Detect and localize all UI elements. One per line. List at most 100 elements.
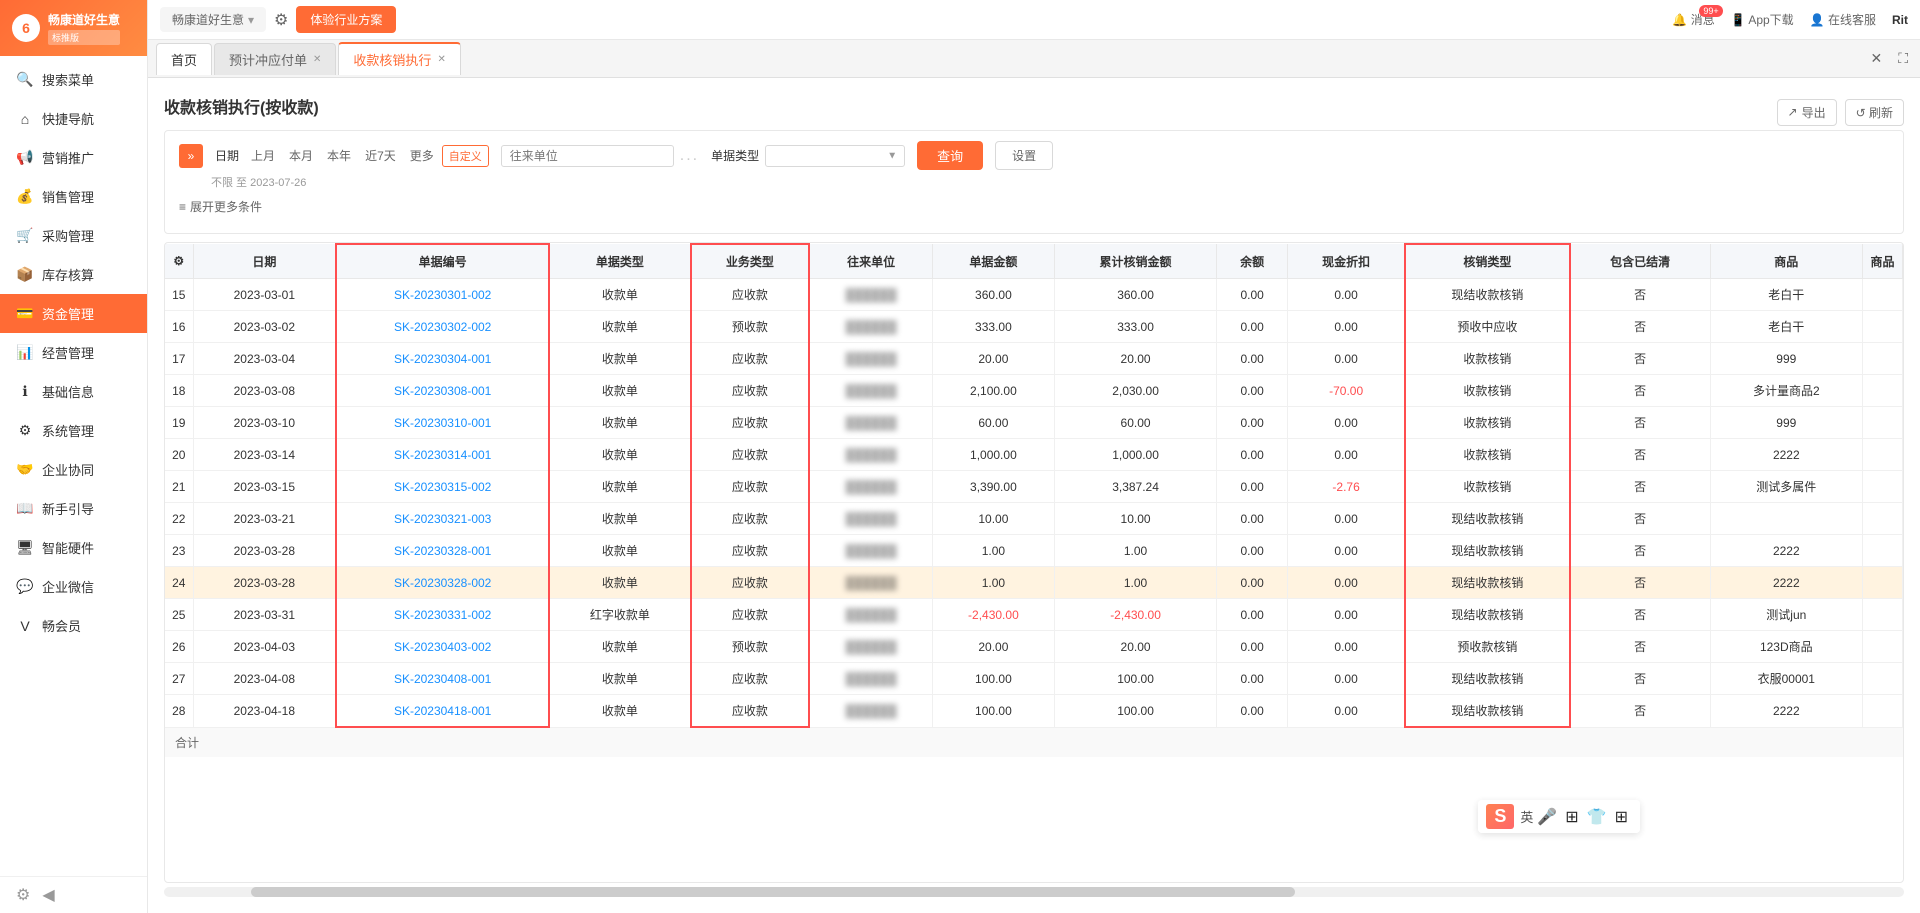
filter-collapse-btn[interactable]: » — [179, 144, 203, 168]
sidebar-item-system[interactable]: ⚙ 系统管理 — [0, 411, 147, 450]
cell-balance: 0.00 — [1217, 471, 1288, 503]
tab-home[interactable]: 首页 — [156, 43, 212, 75]
cell-goods2 — [1863, 279, 1903, 311]
expand-btn[interactable]: ≡ 展开更多条件 — [179, 194, 1889, 219]
col-balance: 余额 — [1217, 244, 1288, 279]
cell-balance: 0.00 — [1217, 375, 1288, 407]
filter-date: 日期 上月 本月 本年 近7天 更多 自定义 — [215, 145, 489, 167]
expand-tab-btn[interactable]: ⛶ — [1894, 46, 1912, 71]
bill-no-link[interactable]: SK-20230315-002 — [394, 480, 491, 494]
filter-bar: » 日期 上月 本月 本年 近7天 更多 自定义 ... — [164, 130, 1904, 234]
tab-pending[interactable]: 预计冲应付单 ✕ — [214, 43, 336, 75]
cell-balance: 0.00 — [1217, 311, 1288, 343]
cell-discount: -2.76 — [1288, 471, 1406, 503]
cell-balance: 0.00 — [1217, 567, 1288, 599]
wechat-icon: 💬 — [16, 578, 34, 595]
bill-no-link[interactable]: SK-20230308-001 — [394, 384, 491, 398]
cell-balance: 0.00 — [1217, 279, 1288, 311]
bill-no-link[interactable]: SK-20230321-003 — [394, 512, 491, 526]
bill-no-link[interactable]: SK-20230304-001 — [394, 352, 491, 366]
close-tab-btn[interactable]: ✕ — [1866, 46, 1886, 71]
cell-partner: ██████ — [809, 535, 932, 567]
sidebar-item-basic[interactable]: ℹ 基础信息 — [0, 372, 147, 411]
tab-collection-close[interactable]: ✕ — [437, 54, 445, 65]
cell-goods2 — [1863, 343, 1903, 375]
filter-more[interactable]: 更多 — [404, 145, 440, 167]
query-button[interactable]: 查询 — [917, 141, 983, 170]
cell-writeoff: -2,430.00 — [1054, 599, 1217, 631]
export-icon: ↗ — [1788, 105, 1798, 119]
cell-goods2 — [1863, 695, 1903, 728]
bill-no-link[interactable]: SK-20230331-002 — [394, 608, 491, 622]
table-row: 26 2023-04-03 SK-20230403-002 收款单 预收款 ██… — [165, 631, 1903, 663]
export-button[interactable]: ↗ 导出 — [1777, 99, 1837, 126]
sidebar-item-inventory[interactable]: 📦 库存核算 — [0, 255, 147, 294]
tab-collection[interactable]: 收款核销执行 ✕ — [338, 42, 460, 75]
watermark-s-icon: S — [1486, 804, 1514, 829]
sidebar-item-quick[interactable]: ⌂ 快捷导航 — [0, 99, 147, 138]
sidebar-item-operations[interactable]: 📊 经营管理 — [0, 333, 147, 372]
filter-custom-btn[interactable]: 自定义 — [442, 145, 489, 167]
sidebar-item-search[interactable]: 🔍 搜索菜单 — [0, 60, 147, 99]
cell-writeoff-type: 预收中应收 — [1405, 311, 1569, 343]
partner-value: ██████ — [846, 640, 897, 654]
bill-no-link[interactable]: SK-20230301-002 — [394, 288, 491, 302]
cell-no: 28 — [165, 695, 193, 728]
table-row: 16 2023-03-02 SK-20230302-002 收款单 预收款 ██… — [165, 311, 1903, 343]
bill-no-link[interactable]: SK-20230302-002 — [394, 320, 491, 334]
partner-input[interactable] — [501, 145, 674, 167]
filter-7days[interactable]: 近7天 — [359, 145, 402, 167]
sidebar-item-hardware[interactable]: 🖥 智能硬件 — [0, 528, 147, 567]
bill-no-link[interactable]: SK-20230314-001 — [394, 448, 491, 462]
online-service-btn[interactable]: 👤 在线客服 — [1810, 11, 1876, 28]
filter-this-year[interactable]: 本年 — [321, 145, 357, 167]
sidebar-item-enterprise[interactable]: 🤝 企业协同 — [0, 450, 147, 489]
cell-included: 否 — [1570, 311, 1711, 343]
filter-this-month[interactable]: 本月 — [283, 145, 319, 167]
filter-settings-btn[interactable]: 设置 — [995, 141, 1053, 170]
col-settings-icon[interactable]: ⚙ — [165, 244, 193, 279]
tab-pending-close[interactable]: ✕ — [313, 54, 321, 65]
cell-bill-type: 收款单 — [549, 343, 690, 375]
bill-type-select[interactable] — [765, 145, 905, 167]
cell-goods: 2222 — [1710, 535, 1862, 567]
filter-last-month[interactable]: 上月 — [245, 145, 281, 167]
cell-bill-no: SK-20230418-001 — [336, 695, 549, 728]
cell-partner: ██████ — [809, 343, 932, 375]
cell-discount: 0.00 — [1288, 407, 1406, 439]
gear-icon[interactable]: ⚙ — [274, 10, 288, 30]
bill-no-link[interactable]: SK-20230310-001 — [394, 416, 491, 430]
col-partner: 往来单位 — [809, 244, 932, 279]
bill-no-link[interactable]: SK-20230408-001 — [394, 672, 491, 686]
cell-bill-type: 收款单 — [549, 535, 690, 567]
scrollbar-thumb[interactable] — [251, 887, 1295, 897]
sidebar-item-finance[interactable]: 💳 资金管理 — [0, 294, 147, 333]
bill-no-link[interactable]: SK-20230418-001 — [394, 704, 491, 718]
bill-no-link[interactable]: SK-20230328-002 — [394, 576, 491, 590]
sidebar-item-sales[interactable]: 💰 销售管理 — [0, 177, 147, 216]
cell-writeoff-type: 现结收款核销 — [1405, 279, 1569, 311]
refresh-button[interactable]: ↺ 刷新 — [1845, 99, 1904, 126]
filter-partner: ... — [501, 145, 699, 167]
cell-bill-type: 收款单 — [549, 503, 690, 535]
app-download-btn[interactable]: 📱 App下载 — [1731, 11, 1794, 28]
partner-value: ██████ — [846, 480, 897, 494]
settings-footer-icon[interactable]: ⚙ — [16, 885, 30, 905]
content-area: 收款核销执行(按收款) ↗ 导出 ↺ 刷新 » 日期 — [148, 78, 1920, 913]
industry-btn[interactable]: 体验行业方案 — [296, 6, 396, 33]
cell-writeoff-type: 现结收款核销 — [1405, 503, 1569, 535]
sidebar-item-wechat[interactable]: 💬 企业微信 — [0, 567, 147, 606]
bill-no-link[interactable]: SK-20230403-002 — [394, 640, 491, 654]
sidebar-item-purchase[interactable]: 🛒 采购管理 — [0, 216, 147, 255]
messages-btn[interactable]: 🔔 消息 99+ — [1672, 11, 1714, 28]
sidebar-item-member[interactable]: V 畅会员 — [0, 606, 147, 645]
cell-bill-no: SK-20230301-002 — [336, 279, 549, 311]
sidebar-item-guide[interactable]: 📖 新手引导 — [0, 489, 147, 528]
data-table: ⚙ 日期 单据编号 单据类型 业务类型 往来单位 单据金额 累计核销金额 余额 … — [165, 243, 1903, 757]
sidebar-item-marketing[interactable]: 📢 营销推广 — [0, 138, 147, 177]
bill-no-link[interactable]: SK-20230328-001 — [394, 544, 491, 558]
cell-discount: 0.00 — [1288, 343, 1406, 375]
scrollbar-track — [164, 887, 1904, 897]
page-title-row: 收款核销执行(按收款) ↗ 导出 ↺ 刷新 — [164, 94, 1904, 130]
collapse-icon[interactable]: ◀ — [42, 885, 54, 905]
